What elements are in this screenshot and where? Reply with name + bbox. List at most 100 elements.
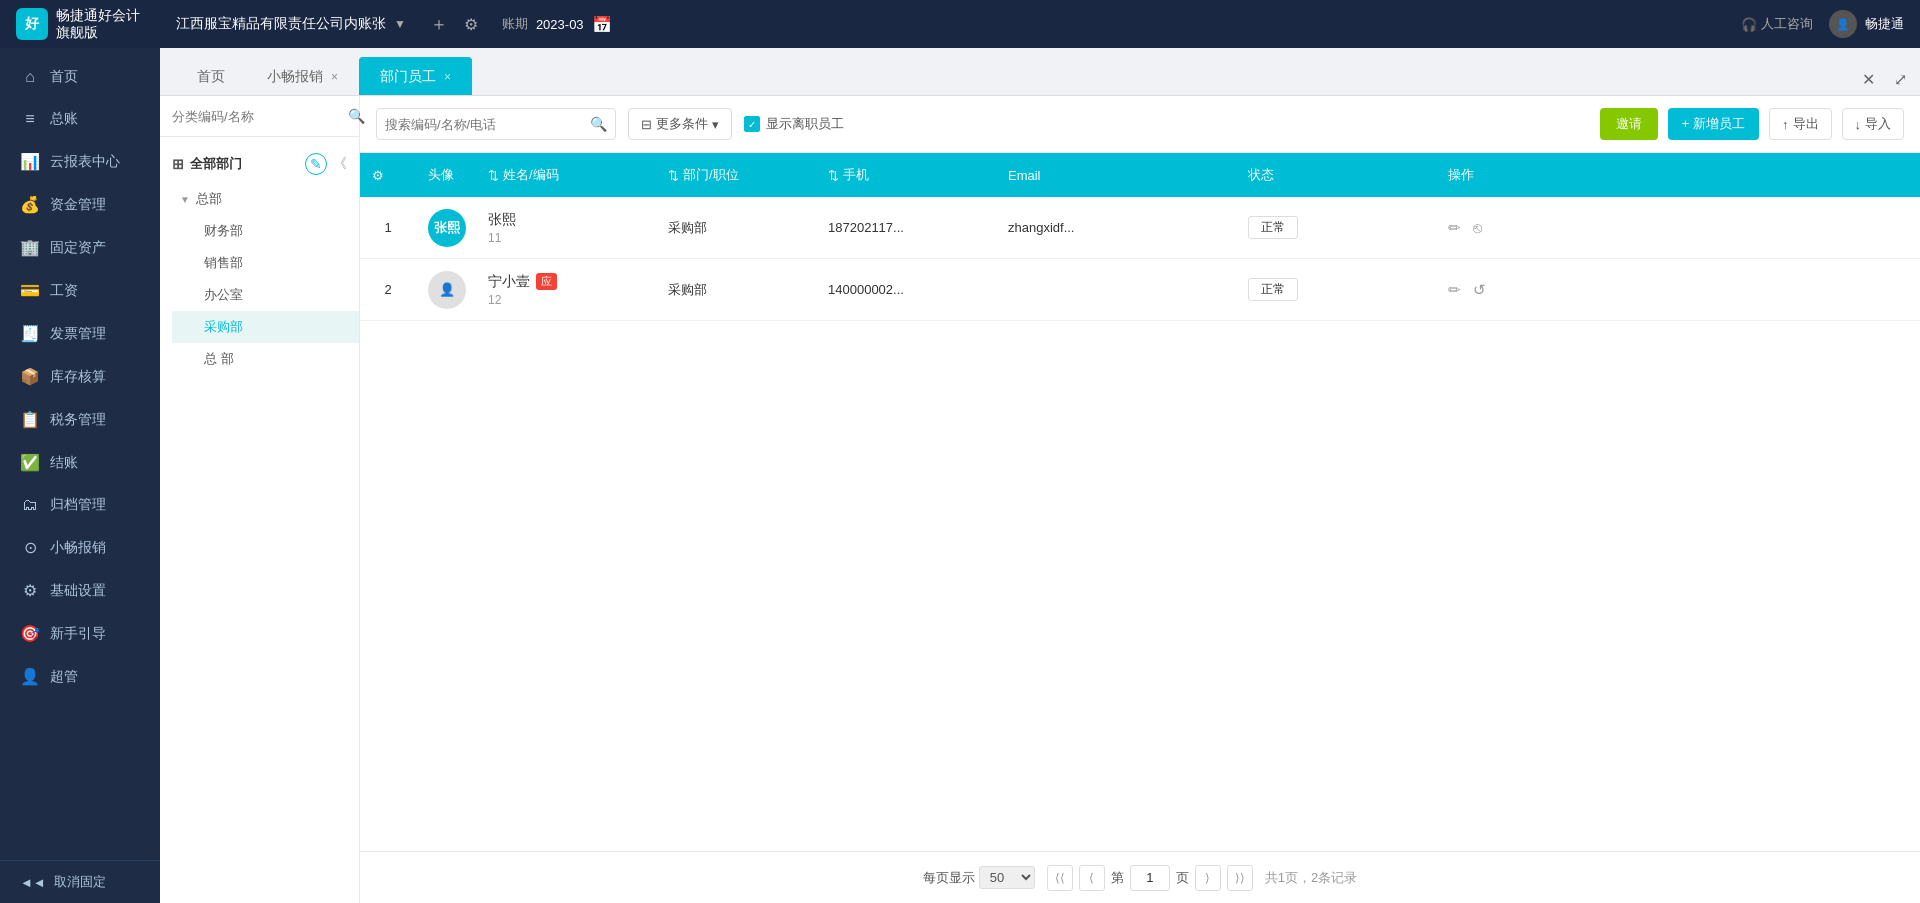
sidebar-item-salary-label: 工资	[50, 282, 78, 300]
dept-item-finance[interactable]: 财务部	[172, 215, 359, 247]
dept-grid-icon: ⊞	[172, 156, 184, 172]
import-button[interactable]: ↓ 导入	[1842, 108, 1905, 140]
th-phone-sort-icon: ⇅	[828, 168, 839, 183]
dept-item-hq[interactable]: 总 部	[172, 343, 359, 375]
dept-add-button[interactable]: ✎	[305, 153, 327, 175]
sidebar-item-expense[interactable]: ⊙ 小畅报销	[0, 526, 160, 569]
tab-expense-close[interactable]: ×	[331, 70, 338, 84]
dept-search-area: 🔍	[160, 96, 359, 137]
show-resigned-toggle[interactable]: ✓ 显示离职员工	[744, 115, 844, 133]
td-status-2: 正常	[1236, 278, 1436, 301]
sidebar-item-invoice[interactable]: 🧾 发票管理	[0, 312, 160, 355]
tab-home[interactable]: 首页	[176, 57, 246, 95]
row2-edit-icon[interactable]: ✏	[1448, 281, 1461, 299]
row2-dept: 采购部	[668, 282, 707, 297]
row2-ying-badge: 应	[536, 273, 557, 290]
sidebar-item-basesettings[interactable]: ⚙ 基础设置	[0, 569, 160, 612]
ledger-icon: ≡	[20, 110, 40, 128]
sidebar-item-settle[interactable]: ✅ 结账	[0, 441, 160, 484]
row2-name-badge: 宁小壹 应	[488, 273, 644, 291]
sidebar-item-archive[interactable]: 🗂 归档管理	[0, 484, 160, 526]
filter-button[interactable]: ⊟ 更多条件 ▾	[628, 108, 732, 140]
td-name-2: 宁小壹 应 12	[476, 273, 656, 307]
row2-action-btns: ✏ ↺	[1448, 281, 1544, 299]
row1-dept: 采购部	[668, 220, 707, 235]
tab-expense[interactable]: 小畅报销 ×	[246, 57, 359, 95]
show-resigned-checkbox[interactable]: ✓	[744, 116, 760, 132]
sidebar-item-guide[interactable]: 🎯 新手引导	[0, 612, 160, 655]
dept-item-purchase[interactable]: 采购部	[172, 311, 359, 343]
avatar-2: 👤	[428, 271, 466, 309]
tab-employees[interactable]: 部门员工 ×	[359, 57, 472, 95]
td-phone-2: 140000002...	[816, 282, 996, 297]
dept-search-input[interactable]	[172, 109, 340, 124]
table-row: 1 张熙 张熙 11	[360, 197, 1920, 259]
td-dept-1: 采购部	[656, 219, 816, 237]
dept-item-zongbu[interactable]: ▼ 总部	[160, 183, 359, 215]
search-input[interactable]	[385, 117, 584, 132]
tab-employees-close[interactable]: ×	[444, 70, 451, 84]
sidebar-item-expense-label: 小畅报销	[50, 539, 106, 557]
avatar-1: 张熙	[428, 209, 466, 247]
dept-sidebar: 🔍 ⊞ 全部部门 ✎ 《 ▼	[160, 96, 360, 903]
dept-item-zongbu-label: 总部	[196, 190, 222, 208]
td-status-1: 正常	[1236, 216, 1436, 239]
tab-expand-button[interactable]: ⤢	[1888, 67, 1912, 91]
dept-all-label: 全部部门	[190, 155, 242, 173]
app-logo: 好	[16, 8, 48, 40]
th-dept[interactable]: ⇅ 部门/职位	[656, 166, 816, 184]
next-page-button[interactable]: ⟩	[1195, 865, 1221, 891]
dept-all-button[interactable]: ⊞ 全部部门	[172, 155, 242, 173]
dept-item-sales[interactable]: 销售部	[172, 247, 359, 279]
period-label: 账期	[502, 15, 528, 33]
headset-icon: 🎧	[1741, 17, 1757, 32]
table-header: ⚙ 头像 ⇅ 姓名/编码 ⇅ 部门/职位	[360, 153, 1920, 197]
sidebar-item-reports[interactable]: 📊 云报表中心	[0, 140, 160, 183]
sidebar-item-admin[interactable]: 👤 超管	[0, 655, 160, 698]
row1-logout-icon[interactable]: ⎋	[1473, 219, 1482, 236]
th-phone-label: 手机	[843, 166, 869, 184]
invite-button[interactable]: 邀请	[1600, 108, 1658, 140]
add-button[interactable]: ＋	[430, 12, 448, 36]
row2-name: 宁小壹	[488, 273, 530, 291]
th-name-code[interactable]: ⇅ 姓名/编码	[476, 166, 656, 184]
add-employee-button[interactable]: + 新增员工	[1668, 108, 1759, 140]
sidebar-item-tax[interactable]: 📋 税务管理	[0, 398, 160, 441]
first-page-button[interactable]: ⟨⟨	[1047, 865, 1073, 891]
th-settings[interactable]: ⚙	[360, 168, 416, 183]
page-number-input[interactable]	[1130, 865, 1170, 891]
export-button[interactable]: ↑ 导出	[1769, 108, 1832, 140]
show-resigned-label: 显示离职员工	[766, 115, 844, 133]
row2-delete-icon[interactable]: ↺	[1473, 281, 1486, 299]
company-selector[interactable]: 江西服宝精品有限责任公司内账张 ▼	[176, 15, 406, 33]
admin-icon: 👤	[20, 667, 40, 686]
th-phone[interactable]: ⇅ 手机	[816, 166, 996, 184]
dept-collapse-icon[interactable]: 《	[333, 155, 347, 173]
row1-action-btns: ✏ ⎋	[1448, 219, 1544, 237]
th-email-label: Email	[1008, 168, 1041, 183]
last-page-button[interactable]: ⟩⟩	[1227, 865, 1253, 891]
basesettings-icon: ⚙	[20, 581, 40, 600]
support-button[interactable]: 🎧 人工咨询	[1741, 15, 1813, 33]
settings-icon[interactable]: ⚙	[464, 15, 478, 34]
page-size-dropdown[interactable]: 50 100	[979, 866, 1035, 889]
reports-icon: 📊	[20, 152, 40, 171]
tab-close-button[interactable]: ✕	[1856, 67, 1880, 91]
row2-phone: 140000002...	[828, 282, 904, 297]
search-icon[interactable]: 🔍	[590, 116, 607, 132]
sidebar-item-assets[interactable]: 🏢 固定资产	[0, 226, 160, 269]
row1-edit-icon[interactable]: ✏	[1448, 219, 1461, 237]
archive-icon: 🗂	[20, 496, 40, 514]
calendar-icon[interactable]: 📅	[592, 15, 612, 34]
sidebar-item-ledger[interactable]: ≡ 总账	[0, 98, 160, 140]
column-settings-icon: ⚙	[372, 168, 384, 183]
dept-item-office[interactable]: 办公室	[172, 279, 359, 311]
sidebar-item-salary[interactable]: 💳 工资	[0, 269, 160, 312]
user-area[interactable]: 👤 畅捷通	[1829, 10, 1904, 38]
unpin-button[interactable]: ◄◄ 取消固定	[0, 860, 160, 903]
sidebar-item-funds[interactable]: 💰 资金管理	[0, 183, 160, 226]
sidebar-item-inventory[interactable]: 📦 库存核算	[0, 355, 160, 398]
prev-page-button[interactable]: ⟨	[1079, 865, 1105, 891]
th-actions: 操作	[1436, 166, 1556, 184]
sidebar-item-home[interactable]: ⌂ 首页	[0, 56, 160, 98]
